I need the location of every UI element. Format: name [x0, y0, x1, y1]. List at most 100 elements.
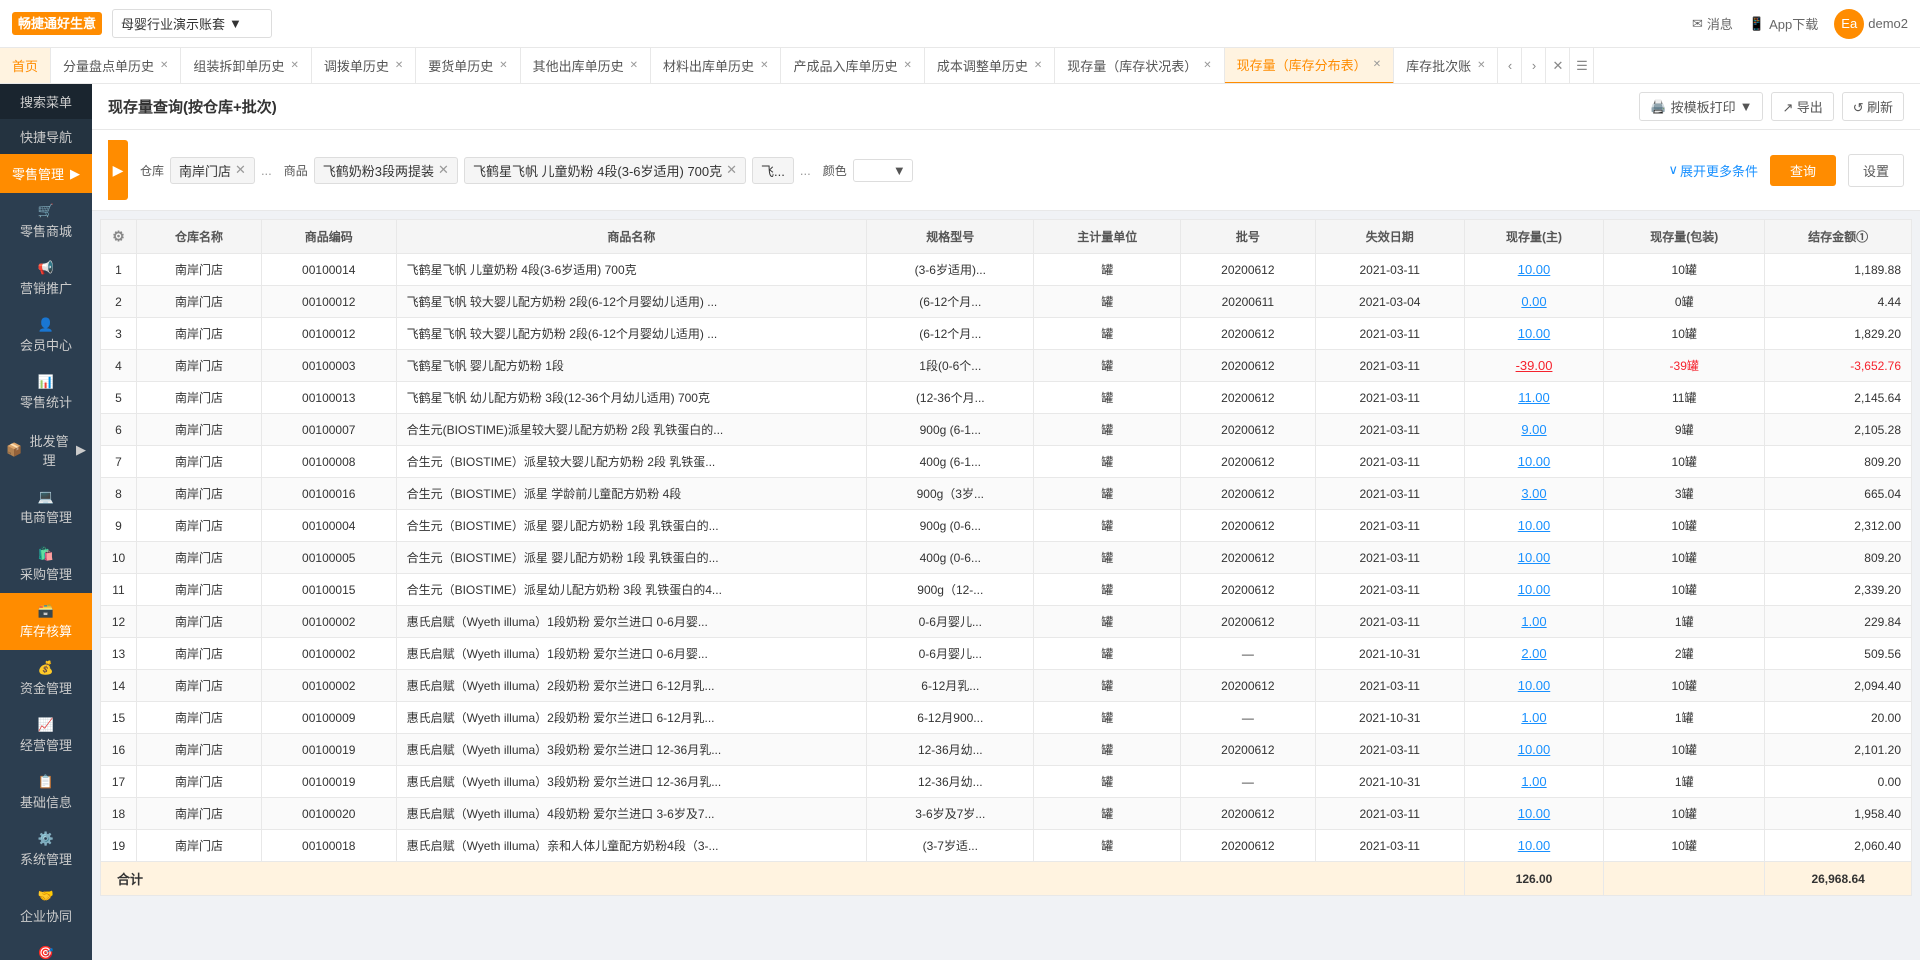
sidebar-item-guide[interactable]: 🎯 新手引导 — [0, 935, 92, 960]
tab-close-8[interactable]: ✕ — [1034, 60, 1042, 71]
tab-8[interactable]: 成本调整单历史 ✕ — [925, 48, 1055, 84]
warehouse-more-btn[interactable]: ... — [261, 163, 272, 178]
query-btn[interactable]: 查询 — [1770, 155, 1836, 186]
tab-3[interactable]: 调拨单历史 ✕ — [312, 48, 416, 84]
message-btn[interactable]: ✉ 消息 — [1692, 14, 1733, 33]
content-area: 现存量查询(按仓库+批次) 🖨️ 按模板打印 ▼ ↗ 导出 ↺ 刷新 — [92, 84, 1920, 960]
tab-close-all[interactable]: ✕ — [1546, 48, 1570, 84]
filter-row: ▶ 仓库 南岸门店 ✕ ... 商品 飞鹤奶粉3段两提装 ✕ — [108, 140, 1904, 200]
message-icon: ✉ — [1692, 16, 1703, 32]
tab-11[interactable]: 库存批次账 ✕ — [1394, 48, 1498, 84]
sidebar-item-inventory[interactable]: 🗃️ 库存核算 — [0, 593, 92, 650]
filter-expand-btn[interactable]: ▶ — [108, 140, 128, 200]
col-checkbox: ⚙ — [101, 220, 137, 254]
system-icon: ⚙️ — [38, 831, 54, 847]
sidebar-item-member[interactable]: 👤 会员中心 — [0, 307, 92, 364]
settings-icon[interactable]: ⚙ — [112, 228, 125, 244]
col-unit: 主计量单位 — [1034, 220, 1181, 254]
sidebar-quick-nav[interactable]: 快捷导航 — [0, 119, 92, 154]
header-actions: 🖨️ 按模板打印 ▼ ↗ 导出 ↺ 刷新 — [1639, 92, 1904, 121]
table-row: 5 南岸门店 00100013 飞鹤星飞帆 幼儿配方奶粉 3段(12-36个月幼… — [101, 382, 1912, 414]
export-btn[interactable]: ↗ 导出 — [1771, 92, 1833, 121]
warehouse-filter: 仓库 南岸门店 ✕ ... — [140, 157, 272, 184]
tab-home[interactable]: 首页 — [0, 48, 51, 84]
user-area[interactable]: Ea demo2 — [1834, 9, 1908, 39]
table-row: 14 南岸门店 00100002 惠氏启赋（Wyeth illuma）2段奶粉 … — [101, 670, 1912, 702]
app-download-btn[interactable]: 📱 App下载 — [1749, 14, 1818, 33]
tab-close-5[interactable]: ✕ — [630, 60, 638, 71]
table-row: 4 南岸门店 00100003 飞鹤星飞帆 婴儿配方奶粉 1段 1段(0-6个.… — [101, 350, 1912, 382]
sidebar-search[interactable]: 搜索菜单 — [0, 84, 92, 119]
tab-prev-btn[interactable]: ‹ — [1498, 48, 1522, 84]
tab-close-3[interactable]: ✕ — [395, 60, 403, 71]
product-tag-2[interactable]: 飞鹤星飞帆 儿童奶粉 4段(3-6岁适用) 700克 ✕ — [464, 157, 746, 184]
warehouse-tag[interactable]: 南岸门店 ✕ — [170, 157, 255, 184]
tab-close-6[interactable]: ✕ — [760, 60, 768, 71]
basic-info-icon: 📋 — [38, 774, 54, 790]
tab-6[interactable]: 材料出库单历史 ✕ — [651, 48, 781, 84]
tab-next-btn[interactable]: › — [1522, 48, 1546, 84]
template-chevron-icon: ▼ — [1740, 99, 1753, 114]
tab-close-10[interactable]: ✕ — [1373, 59, 1381, 70]
product-tag-1[interactable]: 飞鹤奶粉3段两提装 ✕ — [314, 157, 458, 184]
tab-10[interactable]: 现存量（库存分布表） ✕ — [1225, 48, 1394, 84]
col-warehouse: 仓库名称 — [137, 220, 262, 254]
main-layout: 搜索菜单 快捷导航 零售管理 ▶ 🛒 零售商城 📢 营销推广 👤 会员中心 📊 … — [0, 84, 1920, 960]
sidebar-item-purchase[interactable]: 🛍️ 采购管理 — [0, 536, 92, 593]
product-tag-2-close[interactable]: ✕ — [726, 162, 737, 178]
operations-icon: 📈 — [38, 717, 54, 733]
tab-close-7[interactable]: ✕ — [903, 60, 911, 71]
sidebar-item-retail-stats[interactable]: 📊 零售统计 — [0, 364, 92, 421]
download-icon: 📱 — [1749, 16, 1765, 32]
table-row: 17 南岸门店 00100019 惠氏启赋（Wyeth illuma）3段奶粉 … — [101, 766, 1912, 798]
color-dropdown-arrow: ▼ — [893, 163, 906, 178]
setting-btn[interactable]: 设置 — [1848, 154, 1904, 187]
tab-5[interactable]: 其他出库单历史 ✕ — [521, 48, 651, 84]
table-row: 13 南岸门店 00100002 惠氏启赋（Wyeth illuma）1段奶粉 … — [101, 638, 1912, 670]
col-amount: 结存金额① — [1765, 220, 1912, 254]
color-dropdown[interactable]: ▼ — [853, 159, 913, 182]
member-icon: 👤 — [38, 317, 54, 333]
tab-9[interactable]: 现存量（库存状况表） ✕ — [1055, 48, 1224, 84]
product-tag-1-close[interactable]: ✕ — [438, 162, 449, 178]
product-tag-more[interactable]: 飞... — [752, 157, 794, 184]
col-qty-main: 现存量(主) — [1464, 220, 1603, 254]
sidebar-item-system[interactable]: ⚙️ 系统管理 — [0, 821, 92, 878]
sidebar-item-operations[interactable]: 📈 经营管理 — [0, 707, 92, 764]
sidebar-item-collab[interactable]: 🤝 企业协同 — [0, 878, 92, 935]
page-title: 现存量查询(按仓库+批次) — [108, 96, 277, 117]
tab-close-9[interactable]: ✕ — [1203, 60, 1211, 71]
tabbar: 首页 分量盘点单历史 ✕ 组装拆卸单历史 ✕ 调拨单历史 ✕ 要货单历史 ✕ 其… — [0, 48, 1920, 84]
table-row: 11 南岸门店 00100015 合生元（BIOSTIME）派星幼儿配方奶粉 3… — [101, 574, 1912, 606]
sidebar-item-retail-shop[interactable]: 🛒 零售商城 — [0, 193, 92, 250]
sidebar-item-marketing[interactable]: 📢 营销推广 — [0, 250, 92, 307]
tab-2[interactable]: 组装拆卸单历史 ✕ — [181, 48, 311, 84]
sidebar-item-wholesale[interactable]: 📦 批发管理 ▶ — [0, 421, 92, 479]
sidebar-item-basic-info[interactable]: 📋 基础信息 — [0, 764, 92, 821]
tab-7[interactable]: 产成品入库单历史 ✕ — [781, 48, 924, 84]
tab-close-1[interactable]: ✕ — [160, 60, 168, 71]
tab-close-11[interactable]: ✕ — [1477, 60, 1485, 71]
sidebar-item-ecom[interactable]: 💻 电商管理 — [0, 479, 92, 536]
logo-box: 畅捷通好生意 — [12, 12, 102, 36]
expand-more-btn[interactable]: ∨ 展开更多条件 — [1668, 161, 1758, 180]
table-row: 19 南岸门店 00100018 惠氏启赋（Wyeth illuma）亲和人体儿… — [101, 830, 1912, 862]
chevron-right-icon2: ▶ — [76, 442, 86, 458]
table-row: 7 南岸门店 00100008 合生元（BIOSTIME）派星较大婴儿配方奶粉 … — [101, 446, 1912, 478]
tab-close-2[interactable]: ✕ — [290, 60, 298, 71]
account-selector[interactable]: 母婴行业演示账套 ▼ — [112, 9, 272, 38]
tab-4[interactable]: 要货单历史 ✕ — [416, 48, 520, 84]
warehouse-tag-close[interactable]: ✕ — [235, 162, 246, 178]
sidebar-item-retail-mgmt[interactable]: 零售管理 ▶ — [0, 154, 92, 193]
refresh-btn[interactable]: ↺ 刷新 — [1842, 92, 1904, 121]
tab-menu-btn[interactable]: ☰ — [1570, 48, 1594, 84]
sidebar-item-finance[interactable]: 💰 资金管理 — [0, 650, 92, 707]
product-more-btn[interactable]: ... — [800, 163, 811, 178]
tab-close-4[interactable]: ✕ — [499, 60, 507, 71]
template-print-btn[interactable]: 🖨️ 按模板打印 ▼ — [1639, 92, 1763, 121]
tab-1[interactable]: 分量盘点单历史 ✕ — [51, 48, 181, 84]
retail-stats-icon: 📊 — [38, 374, 54, 390]
sidebar-item-label: 零售管理 — [12, 164, 64, 183]
refresh-icon: ↺ — [1853, 100, 1864, 115]
purchase-icon: 🛍️ — [38, 546, 54, 562]
